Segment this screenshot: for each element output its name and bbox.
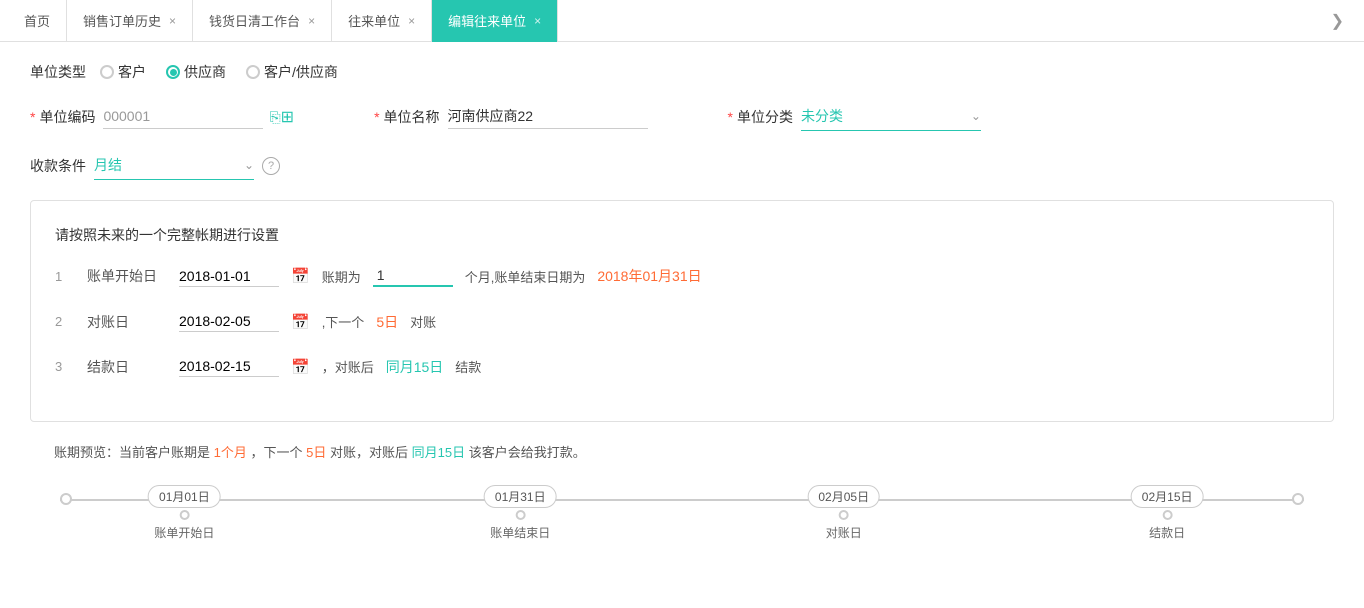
settings-box: 请按照未来的一个完整帐期进行设置 1 账单开始日 📅 账期为 个月,账单结束日期…: [30, 200, 1334, 422]
row-num-3: 3: [55, 359, 75, 374]
row-num-2: 2: [55, 314, 75, 329]
tab-close-cash-daily[interactable]: ×: [308, 14, 315, 28]
tab-cash-daily[interactable]: 钱货日清工作台 ×: [193, 0, 332, 42]
timeline-point-2: 01月31日 账单结束日: [484, 485, 557, 541]
payment-terms-label: 收款条件: [30, 156, 86, 176]
timeline-node-1: [179, 510, 189, 520]
reconcile-desc: ,下一个: [322, 312, 365, 331]
timeline-label-4: 结款日: [1149, 524, 1185, 541]
unit-code-group: * 单位编码 ⊞: [30, 104, 294, 129]
radio-customer[interactable]: 客户: [100, 62, 146, 82]
payment-suffix: 结款: [455, 357, 481, 376]
unit-code-input[interactable]: [103, 104, 263, 129]
timeline-label-2: 账单结束日: [490, 524, 550, 541]
timeline-point-4: 02月15日 结款日: [1131, 485, 1204, 541]
row-num-1: 1: [55, 269, 75, 284]
row-label-payment: 结款日: [87, 357, 167, 377]
unit-name-group: * 单位名称: [374, 104, 647, 129]
payment-calendar-icon[interactable]: 📅: [291, 358, 310, 376]
radio-circle-customer: [100, 65, 114, 79]
timeline-right-dot: [1292, 493, 1304, 505]
unit-type-radio-group: 客户 供应商 客户/供应商: [100, 62, 338, 82]
period-unit-text: 个月,账单结束日期为: [465, 267, 586, 286]
preview-prefix: 账期预览：当前客户账期是: [54, 445, 210, 460]
timeline-left-dot: [60, 493, 72, 505]
billing-start-date-input[interactable]: [179, 266, 279, 287]
timeline-badge-2: 01月31日: [484, 485, 557, 508]
tab-close-edit-partner[interactable]: ×: [534, 14, 541, 28]
reconcile-highlight: 5日: [376, 312, 398, 332]
unit-name-input[interactable]: [448, 104, 648, 129]
payment-terms-dropdown-icon: ⌄: [244, 158, 254, 172]
tab-home[interactable]: 首页: [8, 0, 67, 42]
setting-row-3: 3 结款日 📅 ，对账后 同月15日 结款: [55, 356, 1309, 377]
payment-terms-row: 收款条件 月结 ⌄ ?: [30, 151, 1334, 180]
main-content: 单位类型 客户 供应商 客户/供应商 * 单位编码 ⊞: [0, 42, 1364, 608]
unit-code-copy-icon[interactable]: ⊞: [269, 107, 294, 127]
unit-category-label: 单位分类: [737, 107, 793, 127]
timeline-line: [60, 499, 1304, 501]
preview-row: 账期预览：当前客户账期是 1个月 ，下一个 5日 对账，对账后 同月15日 该客…: [30, 442, 1334, 461]
help-icon[interactable]: ?: [262, 157, 280, 175]
unit-type-row: 单位类型 客户 供应商 客户/供应商: [30, 62, 1334, 82]
unit-name-label: 单位名称: [384, 107, 440, 127]
settings-box-title: 请按照未来的一个完整帐期进行设置: [55, 225, 1309, 245]
tab-partner[interactable]: 往来单位 ×: [332, 0, 432, 42]
radio-circle-supplier: [166, 65, 180, 79]
timeline-label-1: 账单开始日: [154, 524, 214, 541]
unit-code-label: 单位编码: [39, 107, 95, 127]
timeline-node-3: [839, 510, 849, 520]
reconcile-date-input[interactable]: [179, 311, 279, 332]
preview-mid1: ，下一个: [251, 445, 303, 460]
reconcile-calendar-icon[interactable]: 📅: [291, 313, 310, 331]
unit-category-dropdown-icon: ⌄: [971, 109, 981, 123]
timeline-label-3: 对账日: [826, 524, 862, 541]
unit-type-label: 单位类型: [30, 62, 86, 82]
setting-row-1: 1 账单开始日 📅 账期为 个月,账单结束日期为 2018年01月31日: [55, 265, 1309, 287]
tab-close-partner[interactable]: ×: [408, 14, 415, 28]
unit-category-value: 未分类: [801, 106, 971, 126]
tab-more-arrow[interactable]: ❯: [1319, 11, 1356, 31]
unit-code-input-wrapper: ⊞: [103, 104, 294, 129]
payment-terms-select[interactable]: 月结 ⌄: [94, 151, 254, 180]
radio-customer-supplier[interactable]: 客户/供应商: [246, 62, 338, 82]
payment-desc: ，对账后: [322, 357, 374, 376]
timeline-node-4: [1162, 510, 1172, 520]
radio-circle-customer-supplier: [246, 65, 260, 79]
setting-row-2: 2 对账日 📅 ,下一个 5日 对账: [55, 311, 1309, 332]
tab-close-sales-history[interactable]: ×: [169, 14, 176, 28]
preview-suffix: 该客户会给我打款。: [469, 445, 586, 460]
timeline-node-2: [515, 510, 525, 520]
preview-mid2: 对账，对账后: [330, 445, 408, 460]
billing-end-date: 2018年01月31日: [597, 266, 701, 286]
tab-edit-partner[interactable]: 编辑往来单位 ×: [432, 0, 558, 42]
payment-date-input[interactable]: [179, 356, 279, 377]
row-label-billing-start: 账单开始日: [87, 266, 167, 286]
preview-highlight1: 1个月: [214, 445, 247, 460]
radio-supplier[interactable]: 供应商: [166, 62, 226, 82]
period-value-input[interactable]: [373, 265, 453, 287]
unit-category-select[interactable]: 未分类 ⌄: [801, 102, 981, 131]
row-label-reconcile: 对账日: [87, 312, 167, 332]
period-label: 账期为: [322, 267, 361, 286]
timeline-point-3: 02月05日 对账日: [807, 485, 880, 541]
reconcile-suffix: 对账: [410, 312, 436, 331]
timeline-wrapper: 01月01日 账单开始日 01月31日 账单结束日 02月05日 对账日 02月…: [30, 485, 1334, 545]
payment-terms-value: 月结: [94, 155, 244, 175]
unit-info-row: * 单位编码 ⊞ * 单位名称 * 单位分类 未分类 ⌄: [30, 102, 1334, 131]
billing-start-calendar-icon[interactable]: 📅: [291, 267, 310, 285]
payment-highlight: 同月15日: [386, 357, 444, 377]
tabs-bar: 首页 销售订单历史 × 钱货日清工作台 × 往来单位 × 编辑往来单位 × ❯: [0, 0, 1364, 42]
preview-highlight2: 5日: [306, 445, 326, 460]
timeline-track: 01月01日 账单开始日 01月31日 账单结束日 02月05日 对账日 02月…: [60, 485, 1304, 545]
timeline-badge-1: 01月01日: [148, 485, 221, 508]
timeline-point-1: 01月01日 账单开始日: [148, 485, 221, 541]
tab-sales-history[interactable]: 销售订单历史 ×: [67, 0, 193, 42]
preview-highlight3: 同月15日: [412, 445, 465, 460]
unit-category-group: * 单位分类 未分类 ⌄: [728, 102, 981, 131]
timeline-badge-4: 02月15日: [1131, 485, 1204, 508]
timeline-badge-3: 02月05日: [807, 485, 880, 508]
